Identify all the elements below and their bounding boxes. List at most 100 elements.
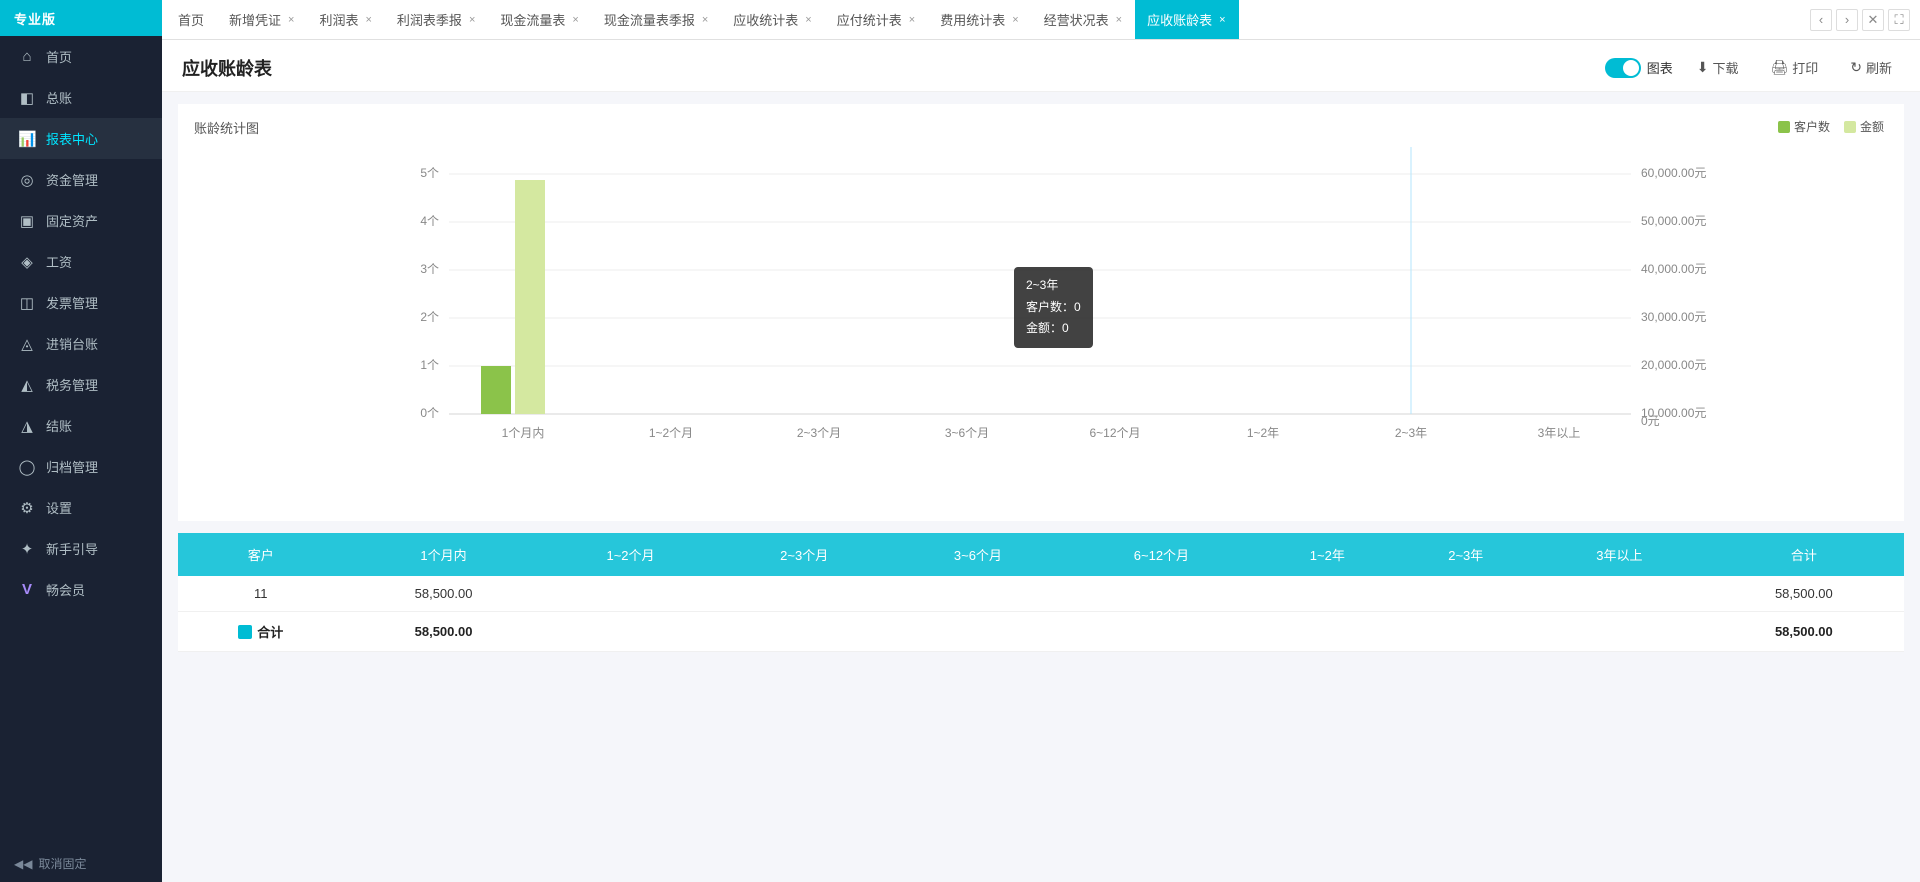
svg-text:5个: 5个	[420, 166, 439, 180]
legend-amount-dot	[1844, 121, 1856, 133]
download-button[interactable]: ⬇ 下载	[1689, 54, 1747, 81]
aging-table: 客户 1个月内 1~2个月 2~3个月 3~6个月 6~12个月 1~2年 2~…	[178, 533, 1904, 652]
svg-text:6~12个月: 6~12个月	[1089, 426, 1140, 440]
chart-svg-container: 5个 4个 3个 2个 1个 0个 60,000.00元 50,000.00元 …	[194, 147, 1888, 507]
sidebar-item-ledger[interactable]: ◧ 总账	[0, 77, 162, 118]
archive-icon: ◯	[18, 458, 36, 476]
print-icon: 🖨	[1770, 59, 1788, 76]
svg-text:4个: 4个	[420, 214, 439, 228]
sidebar-item-label: 结账	[46, 416, 72, 435]
tab-cashflow-quarter[interactable]: 现金流量表季报 ×	[592, 0, 721, 39]
col-month12: 1~2个月	[544, 533, 718, 576]
tab-close-icon[interactable]: ×	[365, 14, 371, 26]
sidebar-item-label: 报表中心	[46, 129, 98, 148]
chart-area: 账龄统计图 客户数 金额 5个 4个 3个 2个	[178, 104, 1904, 521]
sidebar-item-label: 进销台账	[46, 334, 98, 353]
download-icon: ⬇	[1697, 59, 1709, 76]
tab-profit-quarter[interactable]: 利润表季报 ×	[385, 0, 488, 39]
tab-label: 费用统计表	[940, 10, 1005, 29]
tab-close-icon[interactable]: ×	[572, 14, 578, 26]
funds-icon: ◎	[18, 171, 36, 189]
col-year12: 1~2年	[1258, 533, 1396, 576]
sidebar-collapse-button[interactable]: ◀◀ 取消固定	[0, 845, 162, 882]
total-label-text: 合计	[257, 622, 283, 641]
sidebar-item-label: 税务管理	[46, 375, 98, 394]
total-month23	[717, 612, 891, 652]
tab-close-icon[interactable]: ×	[288, 14, 294, 26]
sidebar-item-invoice[interactable]: ◫ 发票管理	[0, 282, 162, 323]
table-row: 11 58,500.00 58,500.00	[178, 576, 1904, 612]
settings-icon: ⚙	[18, 499, 36, 517]
cell-year3plus	[1535, 576, 1704, 612]
reports-icon: 📊	[18, 130, 36, 148]
tab-close-icon[interactable]: ×	[805, 14, 811, 26]
tab-next-button[interactable]: ›	[1836, 9, 1858, 31]
tab-expense-stats[interactable]: 费用统计表 ×	[928, 0, 1031, 39]
tab-close-icon[interactable]: ×	[1116, 14, 1122, 26]
tab-close-icon[interactable]: ×	[702, 14, 708, 26]
sales-icon: ◬	[18, 335, 36, 353]
sidebar-item-archive[interactable]: ◯ 归档管理	[0, 446, 162, 487]
legend-amount: 金额	[1844, 118, 1884, 135]
svg-text:40,000.00元: 40,000.00元	[1641, 262, 1706, 276]
tab-fullscreen-button[interactable]: ⛶	[1888, 9, 1910, 31]
sidebar-item-tax[interactable]: ◭ 税务管理	[0, 364, 162, 405]
total-month612	[1065, 612, 1258, 652]
tab-bar: 首页 新增凭证 × 利润表 × 利润表季报 × 现金流量表 × 现金流量表季报 …	[162, 0, 1920, 40]
sidebar-item-label: 资金管理	[46, 170, 98, 189]
chart-toggle-wrap: 图表	[1605, 58, 1673, 78]
chart-toggle[interactable]	[1605, 58, 1641, 78]
salary-icon: ◈	[18, 253, 36, 271]
total-month12	[544, 612, 718, 652]
tab-close-all-button[interactable]: ✕	[1862, 9, 1884, 31]
tab-profit[interactable]: 利润表 ×	[307, 0, 384, 39]
tab-close-icon[interactable]: ×	[469, 14, 475, 26]
sidebar-item-salary[interactable]: ◈ 工资	[0, 241, 162, 282]
sidebar-item-assets[interactable]: ▣ 固定资产	[0, 200, 162, 241]
tab-prev-button[interactable]: ‹	[1810, 9, 1832, 31]
sidebar-item-funds[interactable]: ◎ 资金管理	[0, 159, 162, 200]
ledger-icon: ◧	[18, 89, 36, 107]
tab-ap-stats[interactable]: 应付统计表 ×	[825, 0, 928, 39]
tab-close-icon[interactable]: ×	[1219, 14, 1225, 26]
cell-year12	[1258, 576, 1396, 612]
sidebar-item-settings[interactable]: ⚙ 设置	[0, 487, 162, 528]
print-button[interactable]: 🖨 打印	[1762, 54, 1826, 81]
tab-business-status[interactable]: 经营状况表 ×	[1032, 0, 1135, 39]
col-total: 合计	[1704, 533, 1904, 576]
sidebar-item-reports[interactable]: 📊 报表中心	[0, 118, 162, 159]
collapse-label: 取消固定	[38, 855, 86, 872]
tab-cashflow[interactable]: 现金流量表 ×	[488, 0, 591, 39]
total-year3plus	[1535, 612, 1704, 652]
col-month36: 3~6个月	[891, 533, 1065, 576]
tab-label: 应收统计表	[733, 10, 798, 29]
tab-close-icon[interactable]: ×	[1012, 14, 1018, 26]
tab-ar-stats[interactable]: 应收统计表 ×	[721, 0, 824, 39]
svg-text:1~2年: 1~2年	[1247, 426, 1279, 440]
tab-ar-aging[interactable]: 应收账龄表 ×	[1135, 0, 1238, 39]
page-header: 应收账龄表 图表 ⬇ 下载 🖨 打印 ↻ 刷新	[162, 40, 1920, 92]
download-label: 下载	[1712, 58, 1738, 77]
page-title: 应收账龄表	[182, 55, 272, 81]
sidebar-item-guide[interactable]: ✦ 新手引导	[0, 528, 162, 569]
tab-home[interactable]: 首页	[166, 0, 217, 39]
sidebar-item-home[interactable]: ⌂ 首页	[0, 36, 162, 77]
col-year3plus: 3年以上	[1535, 533, 1704, 576]
sidebar-item-label: 设置	[46, 498, 72, 517]
legend-customers-label: 客户数	[1794, 118, 1830, 135]
cell-month1: 58,500.00	[343, 576, 543, 612]
sidebar-item-sales[interactable]: ◬ 进销台账	[0, 323, 162, 364]
cell-month23	[717, 576, 891, 612]
tab-new-voucher[interactable]: 新增凭证 ×	[217, 0, 307, 39]
app-logo: 专业版	[0, 0, 162, 36]
sidebar-item-vip[interactable]: V 畅会员	[0, 569, 162, 610]
svg-text:60,000.00元: 60,000.00元	[1641, 166, 1706, 180]
vip-icon: V	[18, 581, 36, 598]
cell-month36	[891, 576, 1065, 612]
sidebar-item-label: 发票管理	[46, 293, 98, 312]
col-month612: 6~12个月	[1065, 533, 1258, 576]
assets-icon: ▣	[18, 212, 36, 230]
tab-close-icon[interactable]: ×	[909, 14, 915, 26]
sidebar-item-closing[interactable]: ◮ 结账	[0, 405, 162, 446]
refresh-button[interactable]: ↻ 刷新	[1842, 54, 1900, 81]
